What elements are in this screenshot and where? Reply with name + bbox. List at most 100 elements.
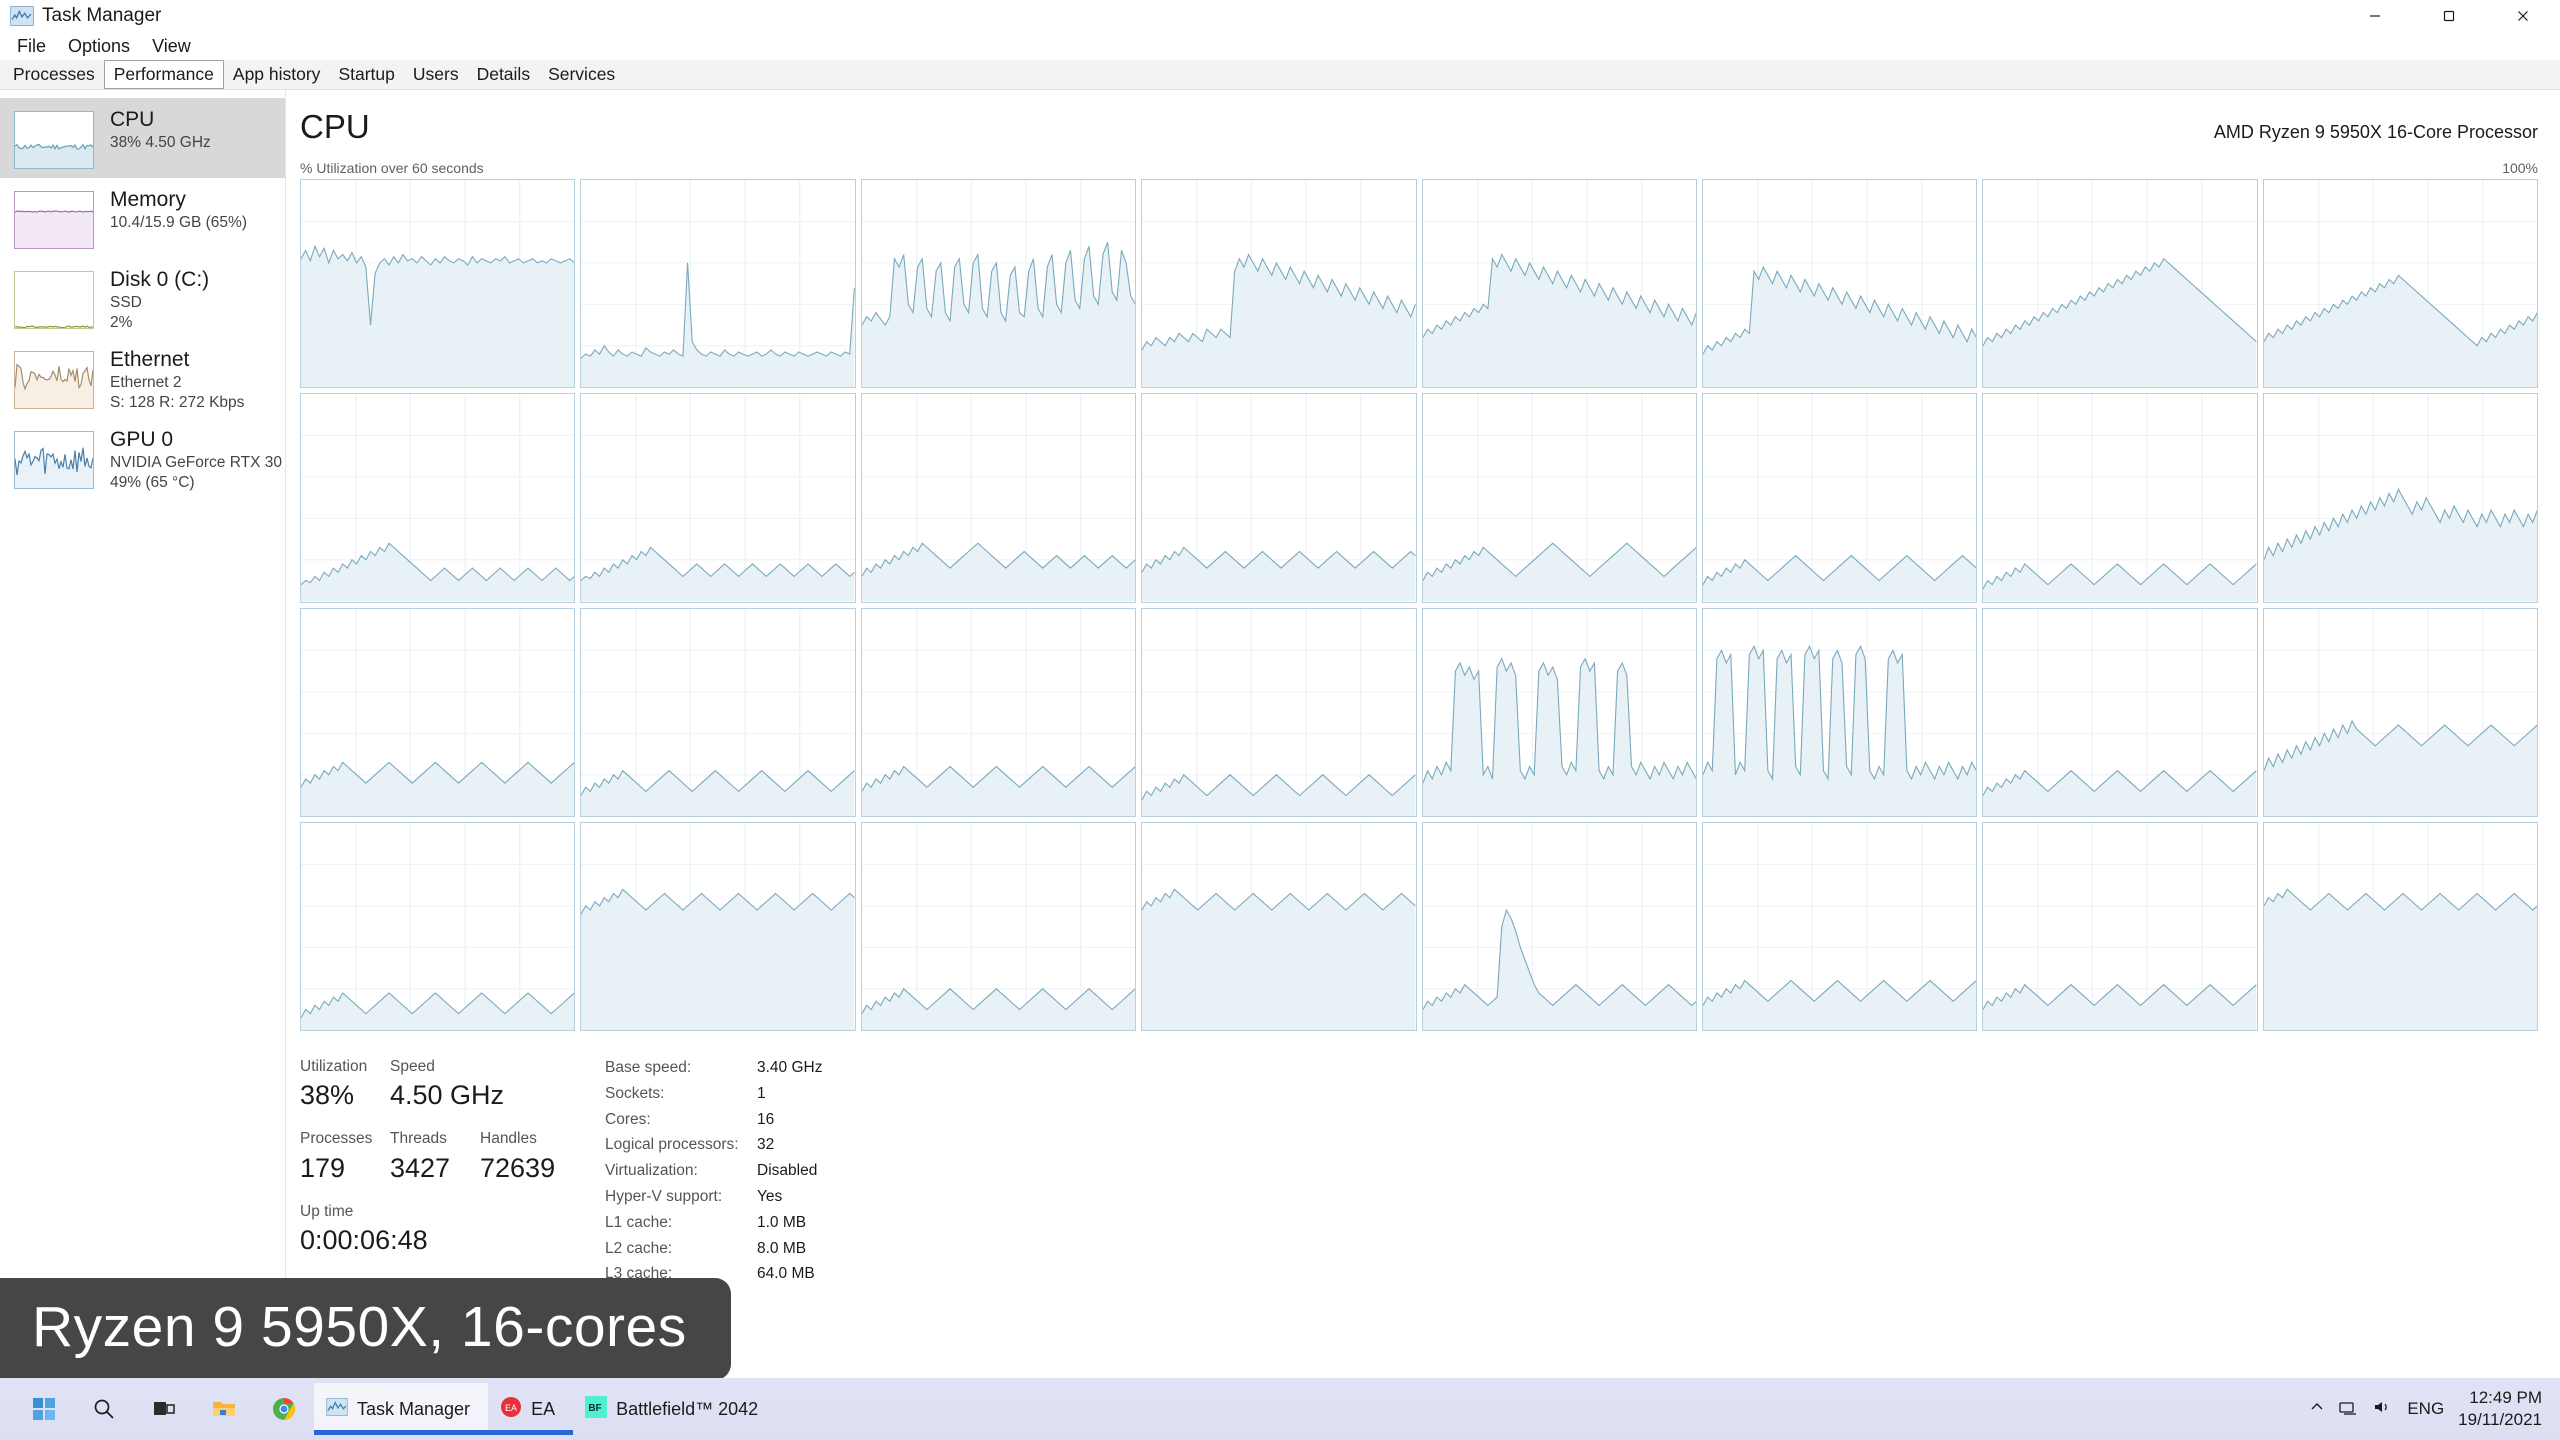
tab-processes[interactable]: Processes — [4, 60, 104, 89]
file-explorer-icon[interactable] — [194, 1383, 254, 1435]
spec-value: 8.0 MB — [757, 1239, 807, 1257]
spec-value: 16 — [757, 1110, 775, 1128]
tab-services[interactable]: Services — [539, 60, 624, 89]
stat-value: 72639 — [480, 1152, 556, 1183]
tab-app-history[interactable]: App history — [224, 60, 330, 89]
sidebar-item-gpu-0[interactable]: GPU 0 NVIDIA GeForce RTX 30 49% (65 °C) — [0, 418, 285, 498]
chevron-up-icon[interactable] — [2309, 1399, 2325, 1420]
processor-model: AMD Ryzen 9 5950X 16-Core Processor — [2213, 122, 2538, 142]
spec-value: Disabled — [757, 1162, 818, 1180]
svg-text:EA: EA — [505, 1403, 517, 1413]
logical-processor-grid — [300, 179, 2538, 1031]
logical-processor-cell — [1982, 821, 2258, 1031]
task-manager-icon — [326, 1397, 348, 1421]
stat-label: Speed — [390, 1058, 435, 1075]
maximize-button[interactable] — [2412, 0, 2486, 32]
gpu-thumbnail-graph — [14, 431, 94, 489]
menu-item-view[interactable]: View — [141, 33, 202, 60]
stat-uptime: Up time 0:00:06:48 — [300, 1200, 428, 1258]
taskbar-item-label: Task Manager — [357, 1398, 471, 1419]
sidebar-item-memory[interactable]: Memory 10.4/15.9 GB (65%) — [0, 178, 285, 258]
menu-item-options[interactable]: Options — [57, 33, 141, 60]
spec-key: Virtualization: — [605, 1162, 698, 1180]
tab-strip: Processes Performance App history Startu… — [0, 60, 2560, 90]
graph-max-label: 100% — [2502, 160, 2538, 176]
stat-utilization: Utilization 38% — [300, 1055, 390, 1113]
logical-processor-cell — [580, 607, 856, 817]
tab-users[interactable]: Users — [404, 60, 468, 89]
menu-item-file[interactable]: File — [6, 33, 57, 60]
graph-axis-labels: % Utilization over 60 seconds 100% — [300, 160, 2538, 179]
sidebar-item-cpu[interactable]: CPU 38% 4.50 GHz — [0, 98, 285, 178]
start-icon[interactable] — [14, 1383, 74, 1435]
spec-row: Base speed: 3.40 GHz — [605, 1055, 822, 1081]
logical-processor-cell — [860, 393, 1137, 603]
logical-processor-cell — [1982, 607, 2258, 817]
stat-label: Utilization — [300, 1058, 368, 1075]
system-tray: ENG 12:49 PM 19/11/2021 — [2309, 1387, 2560, 1431]
cpu-stats: Utilization 38% Speed 4.50 GHz Processes… — [300, 1055, 2538, 1287]
stat-label: Handles — [480, 1130, 537, 1148]
clock[interactable]: 12:49 PM 19/11/2021 — [2458, 1387, 2542, 1431]
spec-row: Sockets: 1 — [605, 1081, 822, 1107]
sidebar-item-disk-0-c[interactable]: Disk 0 (C:) SSD 2% — [0, 258, 285, 338]
clock-date: 19/11/2021 — [2458, 1410, 2542, 1429]
sidebar-item-label: Disk 0 (C:) — [110, 268, 210, 291]
close-button[interactable] — [2486, 0, 2560, 32]
logical-processor-cell — [2262, 607, 2538, 817]
network-icon[interactable] — [2339, 1399, 2359, 1420]
sidebar-item-label: Ethernet — [110, 348, 190, 371]
taskbar-item-ea[interactable]: EA EA — [488, 1383, 574, 1435]
tab-performance[interactable]: Performance — [103, 60, 224, 89]
task-manager-icon — [10, 6, 34, 26]
sidebar-item-ethernet[interactable]: Ethernet Ethernet 2 S: 128 R: 272 Kbps — [0, 338, 285, 418]
logical-processor-cell — [1701, 393, 1978, 603]
taskbar-item-task-manager[interactable]: Task Manager — [314, 1383, 489, 1435]
content-area: CPU 38% 4.50 GHz Memory 10.4/15.9 GB (65… — [0, 90, 2560, 1423]
taskbar-item-battlefield-2042[interactable]: BF Battlefield™ 2042 — [573, 1383, 776, 1435]
window-title: Task Manager — [42, 5, 162, 26]
window-controls — [2338, 0, 2560, 32]
logical-processor-cell — [300, 607, 576, 817]
battlefield-icon: BF — [585, 1395, 608, 1423]
logical-processor-cell — [1982, 393, 2258, 603]
disk-thumbnail-graph — [14, 271, 94, 329]
logical-processor-cell — [1421, 821, 1697, 1031]
resource-sidebar: CPU 38% 4.50 GHz Memory 10.4/15.9 GB (65… — [0, 90, 286, 1423]
task-view-icon[interactable] — [134, 1383, 194, 1435]
cpu-spec-list: Base speed: 3.40 GHz Sockets: 1 Cores: 16 Logi… — [605, 1055, 822, 1287]
spec-key: Hyper-V support: — [605, 1187, 723, 1205]
stat-speed: Speed 4.50 GHz — [390, 1055, 504, 1113]
title-bar: Task Manager — [0, 0, 2560, 32]
spec-key: L2 cache: — [605, 1239, 673, 1257]
stat-value: 38% — [300, 1080, 355, 1111]
spec-value: 1 — [757, 1084, 766, 1102]
spec-row: Cores: 16 — [605, 1107, 822, 1133]
sidebar-item-sub2: 2% — [110, 313, 133, 331]
pane-header: CPU AMD Ryzen 9 5950X 16-Core Processor — [300, 106, 2538, 143]
logical-processor-cell — [1421, 393, 1697, 603]
ethernet-thumbnail-graph — [14, 351, 94, 409]
taskbar-item-label: EA — [531, 1398, 556, 1419]
logical-processor-cell — [2262, 393, 2538, 603]
chrome-icon[interactable] — [254, 1383, 314, 1435]
tab-startup[interactable]: Startup — [329, 60, 403, 89]
cpu-stats-primary: Utilization 38% Speed 4.50 GHz Processes… — [300, 1055, 570, 1287]
page-title: CPU — [300, 108, 370, 145]
logical-processor-cell — [2262, 179, 2538, 389]
spec-key: Logical processors: — [605, 1136, 739, 1154]
active-indicator — [314, 1430, 489, 1435]
spec-value: 3.40 GHz — [757, 1059, 823, 1076]
spec-value: 1.0 MB — [757, 1213, 807, 1231]
search-icon[interactable] — [74, 1383, 134, 1435]
spec-value: 64.0 MB — [757, 1265, 815, 1283]
language-indicator[interactable]: ENG — [2407, 1399, 2444, 1419]
active-indicator — [488, 1430, 574, 1435]
sidebar-item-sub1: Ethernet 2 — [110, 373, 182, 391]
volume-icon[interactable] — [2373, 1399, 2393, 1420]
logical-processor-cell — [580, 179, 856, 389]
stat-threads: Threads 3427 — [390, 1127, 480, 1185]
taskbar-pinned-icons — [0, 1383, 314, 1435]
minimize-button[interactable] — [2338, 0, 2412, 32]
tab-details[interactable]: Details — [468, 60, 540, 89]
